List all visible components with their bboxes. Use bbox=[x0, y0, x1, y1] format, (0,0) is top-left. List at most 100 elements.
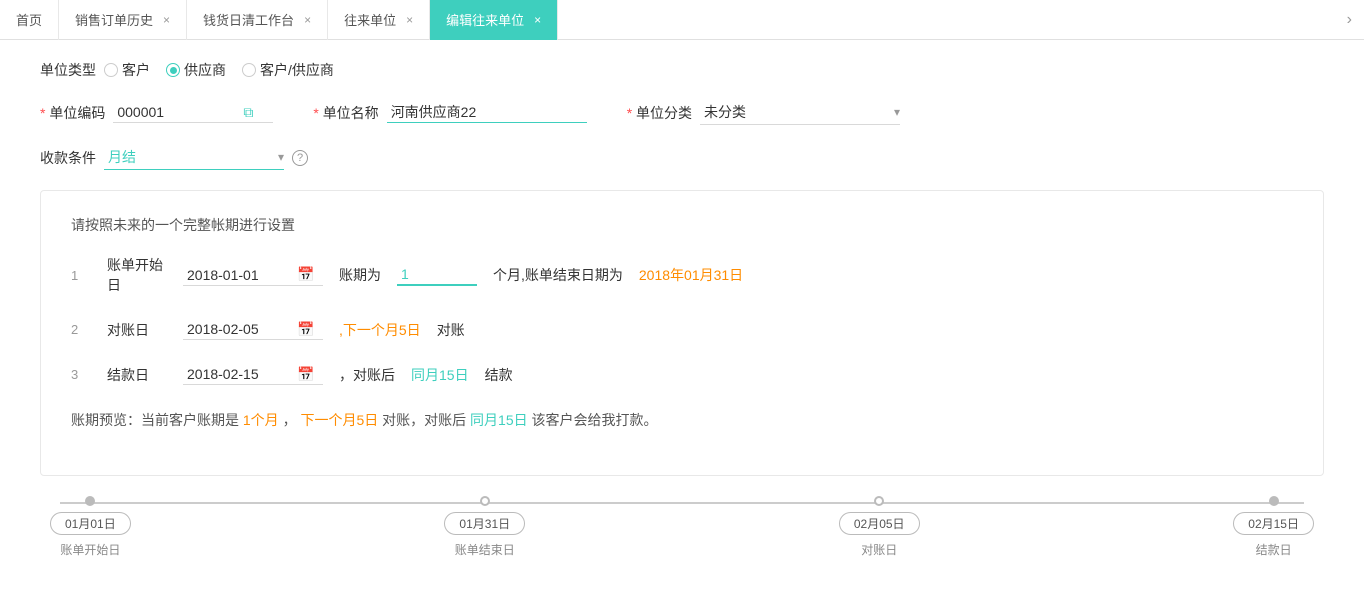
tab-partner[interactable]: 往来单位 × bbox=[328, 0, 430, 40]
period-box: 请按照未来的一个完整帐期进行设置 1 账单开始日 📅 账期为 个月,账单结束日期… bbox=[40, 190, 1324, 476]
timeline-badge-1: 01月01日 bbox=[50, 512, 131, 535]
unit-type-row: 单位类型 客户 供应商 客户/供应商 bbox=[40, 60, 1324, 80]
unit-category-value: 未分类 bbox=[700, 100, 890, 124]
timeline-label-1: 账单开始日 bbox=[60, 541, 120, 558]
timeline-section: 01月01日 账单开始日 01月31日 账单结束日 02月05日 对账日 bbox=[40, 496, 1324, 558]
tab-expand-button[interactable]: › bbox=[1335, 11, 1364, 29]
timeline-badge-3: 02月05日 bbox=[839, 512, 920, 535]
payment-terms-select[interactable]: 月结 ▾ bbox=[104, 145, 284, 170]
preview-highlight1: 1个月 bbox=[243, 412, 279, 428]
timeline-label-4: 结款日 bbox=[1256, 541, 1292, 558]
period-box-title: 请按照未来的一个完整帐期进行设置 bbox=[71, 215, 1293, 235]
period-row-1-date-input[interactable] bbox=[183, 265, 293, 285]
timeline-badge-4: 02月15日 bbox=[1233, 512, 1314, 535]
period-row-2-date-input[interactable] bbox=[183, 319, 293, 339]
payment-terms-chevron: ▾ bbox=[278, 150, 284, 164]
unit-category-select[interactable]: 未分类 ▾ bbox=[700, 100, 900, 125]
preview-mid2: 对账，对账后 bbox=[382, 412, 466, 428]
period-row-3-cal-icon[interactable]: 📅 bbox=[297, 366, 314, 383]
period-row-1-end-date: 2018年01月31日 bbox=[639, 265, 743, 285]
tab-edit-partner-label: 编辑往来单位 bbox=[446, 10, 524, 29]
unit-name-input[interactable] bbox=[387, 102, 587, 123]
payment-terms-value: 月结 bbox=[104, 145, 274, 169]
period-row-3-suffix: 结款 bbox=[485, 365, 513, 385]
period-row-1-label: 账单开始日 bbox=[107, 255, 167, 295]
period-row-2-cal-icon[interactable]: 📅 bbox=[297, 321, 314, 338]
radio-both-circle bbox=[242, 63, 256, 77]
payment-terms-help-icon[interactable]: ? bbox=[292, 150, 308, 166]
timeline-point-2: 01月31日 账单结束日 bbox=[444, 496, 525, 558]
payment-terms-label: 收款条件 bbox=[40, 148, 96, 168]
tab-edit-partner[interactable]: 编辑往来单位 × bbox=[430, 0, 558, 40]
radio-customer-circle bbox=[104, 63, 118, 77]
period-row-3-label: 结款日 bbox=[107, 365, 167, 385]
tab-cash-work-close[interactable]: × bbox=[304, 13, 311, 27]
timeline-point-3: 02月05日 对账日 bbox=[839, 496, 920, 558]
unit-code-copy-icon[interactable]: ⧉ bbox=[243, 104, 253, 121]
radio-supplier-circle bbox=[166, 63, 180, 77]
unit-code-input[interactable] bbox=[113, 102, 243, 122]
radio-both[interactable]: 客户/供应商 bbox=[242, 60, 334, 80]
tab-sales-history-close[interactable]: × bbox=[163, 13, 170, 27]
period-row-3-date: 📅 bbox=[183, 364, 323, 385]
period-row-1-cal-icon[interactable]: 📅 bbox=[297, 266, 314, 283]
tab-sales-history[interactable]: 销售订单历史 × bbox=[59, 0, 187, 40]
timeline-wrapper: 01月01日 账单开始日 01月31日 账单结束日 02月05日 对账日 bbox=[40, 496, 1324, 558]
period-row-1-date: 📅 bbox=[183, 265, 323, 286]
unit-fields-row: 单位编码 ⧉ 单位名称 单位分类 未分类 ▾ bbox=[40, 100, 1324, 125]
timeline-dot-1 bbox=[85, 496, 95, 506]
period-row-3: 3 结款日 📅 ，对账后 同月15日 结款 bbox=[71, 364, 1293, 385]
preview-prefix: 账期预览：当前客户账期是 bbox=[71, 412, 239, 428]
radio-supplier[interactable]: 供应商 bbox=[166, 60, 226, 80]
radio-supplier-label: 供应商 bbox=[184, 60, 226, 80]
tab-bar: 首页 销售订单历史 × 钱货日清工作台 × 往来单位 × 编辑往来单位 × › bbox=[0, 0, 1364, 40]
unit-type-group: 单位类型 客户 供应商 客户/供应商 bbox=[40, 60, 334, 80]
period-num-input[interactable] bbox=[397, 264, 477, 286]
timeline-point-1: 01月01日 账单开始日 bbox=[50, 496, 131, 558]
timeline-point-4: 02月15日 结款日 bbox=[1233, 496, 1314, 558]
period-row-3-highlight: 同月15日 bbox=[411, 365, 469, 385]
period-row-2-date: 📅 bbox=[183, 319, 323, 340]
unit-code-group: 单位编码 ⧉ bbox=[40, 102, 273, 123]
period-row-2-num: 2 bbox=[71, 322, 91, 337]
tab-partner-label: 往来单位 bbox=[344, 10, 396, 29]
payment-terms-row: 收款条件 月结 ▾ ? bbox=[40, 145, 1324, 170]
main-content: 单位类型 客户 供应商 客户/供应商 单位编码 bbox=[0, 40, 1364, 608]
unit-type-label: 单位类型 bbox=[40, 60, 96, 80]
period-row-2: 2 对账日 📅 ,下一个月5日 对账 bbox=[71, 319, 1293, 340]
unit-category-group: 单位分类 未分类 ▾ bbox=[627, 100, 900, 125]
preview-highlight3: 同月15日 bbox=[470, 412, 531, 428]
unit-name-label: 单位名称 bbox=[313, 103, 378, 123]
period-row-1: 1 账单开始日 📅 账期为 个月,账单结束日期为 2018年01月31日 bbox=[71, 255, 1293, 295]
timeline-badge-2: 01月31日 bbox=[444, 512, 525, 535]
unit-type-radios: 客户 供应商 客户/供应商 bbox=[104, 60, 334, 80]
tab-cash-work[interactable]: 钱货日清工作台 × bbox=[187, 0, 328, 40]
period-row-1-suffix: 个月,账单结束日期为 bbox=[493, 265, 623, 285]
timeline-dot-2 bbox=[480, 496, 490, 506]
period-row-2-label: 对账日 bbox=[107, 320, 167, 340]
tab-cash-work-label: 钱货日清工作台 bbox=[203, 10, 294, 29]
period-row-2-highlight: ,下一个月5日 bbox=[339, 320, 421, 340]
period-row-3-prefix: ，对账后 bbox=[339, 365, 395, 385]
unit-code-label: 单位编码 bbox=[40, 103, 105, 123]
unit-category-label: 单位分类 bbox=[627, 103, 692, 123]
unit-code-input-wrapper: ⧉ bbox=[113, 102, 273, 123]
payment-terms-group: 收款条件 月结 ▾ ? bbox=[40, 145, 308, 170]
unit-name-group: 单位名称 bbox=[313, 102, 586, 123]
period-row-2-suffix: 对账 bbox=[437, 320, 465, 340]
timeline-dot-3 bbox=[874, 496, 884, 506]
period-row-1-prefix: 账期为 bbox=[339, 265, 381, 285]
tab-sales-history-label: 销售订单历史 bbox=[75, 10, 153, 29]
timeline-dot-4 bbox=[1269, 496, 1279, 506]
tab-partner-close[interactable]: × bbox=[406, 13, 413, 27]
preview-highlight2: 下一个月5日 bbox=[300, 412, 378, 428]
tab-home[interactable]: 首页 bbox=[0, 0, 59, 40]
radio-customer[interactable]: 客户 bbox=[104, 60, 150, 80]
timeline-label-2: 账单结束日 bbox=[455, 541, 515, 558]
preview-mid1: ， bbox=[283, 412, 297, 428]
period-row-1-num: 1 bbox=[71, 268, 91, 283]
timeline-points: 01月01日 账单开始日 01月31日 账单结束日 02月05日 对账日 bbox=[50, 496, 1314, 558]
period-row-3-date-input[interactable] bbox=[183, 364, 293, 384]
radio-customer-label: 客户 bbox=[122, 60, 150, 80]
tab-edit-partner-close[interactable]: × bbox=[534, 13, 541, 27]
